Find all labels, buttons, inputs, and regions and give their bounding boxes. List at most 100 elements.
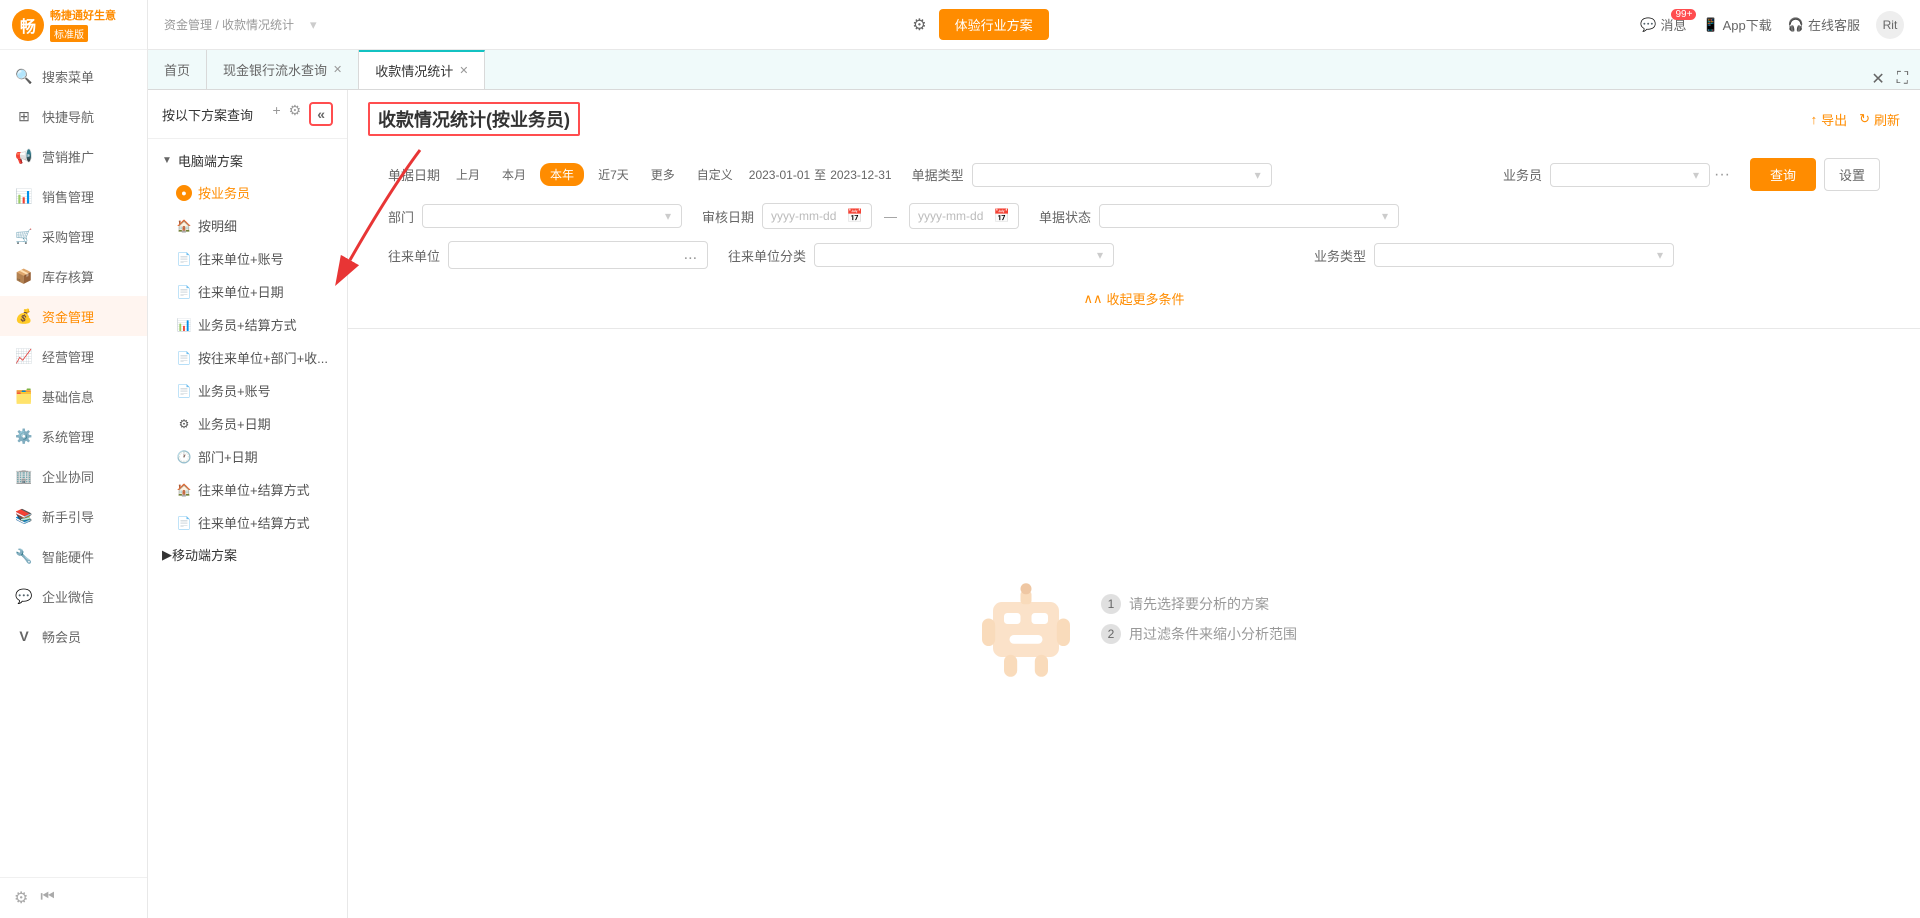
sidebar-item-guide[interactable]: 📚 新手引导 (0, 496, 147, 536)
audit-date-start[interactable]: yyyy-mm-dd 📅 (762, 203, 872, 229)
staff-more-icon[interactable]: ··· (1714, 166, 1730, 184)
refresh-icon: ↻ (1859, 111, 1870, 127)
filter-row-1: 单据日期 上月 本月 本年 近7天 更多 自定义 2023-01-01 (388, 158, 1880, 191)
audit-date-end[interactable]: yyyy-mm-dd 📅 (909, 203, 1019, 229)
setting-button[interactable]: 设置 (1824, 158, 1880, 191)
desktop-scheme-header[interactable]: ▼ 电脑端方案 (148, 145, 347, 176)
message-badge: 99+ (1671, 9, 1696, 20)
partner-category-label: 往来单位分类 (728, 246, 806, 265)
export-button[interactable]: ↑ 导出 (1811, 110, 1848, 129)
tab-bank-close-icon[interactable]: ✕ (333, 63, 342, 76)
dept-filter-item: 部门 ▾ (388, 204, 682, 228)
tab-collection-close-icon[interactable]: ✕ (459, 64, 468, 77)
scheme-item-partner-settle1[interactable]: 🏠 往来单位+结算方式 (148, 473, 347, 506)
staff-filter: 业务员 ▾ ··· (1503, 163, 1730, 187)
online-service-button[interactable]: 🎧 在线客服 (1788, 15, 1860, 34)
left-panel-title: 按以下方案查询 (162, 105, 253, 124)
partner-dots-icon[interactable]: ... (684, 246, 697, 264)
sidebar-item-hardware[interactable]: 🔧 智能硬件 (0, 536, 147, 576)
voucher-status-select[interactable]: ▾ (1099, 204, 1399, 228)
tip-num-2: 2 (1101, 624, 1121, 644)
scheme-item-staff-date[interactable]: ⚙ 业务员+日期 (148, 407, 347, 440)
scheme-item-partner-account[interactable]: 📄 往来单位+账号 (148, 242, 347, 275)
date-sep: 至 (814, 166, 826, 183)
sidebar-item-marketing[interactable]: 📢 营销推广 (0, 136, 147, 176)
sidebar-item-purchase[interactable]: 🛒 采购管理 (0, 216, 147, 256)
sidebar-item-inventory[interactable]: 📦 库存核算 (0, 256, 147, 296)
user-avatar[interactable]: Rit (1876, 11, 1904, 39)
sidebar-item-system[interactable]: ⚙️ 系统管理 (0, 416, 147, 456)
sidebar-item-basic[interactable]: 🗂️ 基础信息 (0, 376, 147, 416)
date-btn-this-month[interactable]: 本月 (494, 163, 534, 186)
scheme-active-icon: ● (176, 185, 192, 201)
refresh-button[interactable]: ↻ 刷新 (1859, 110, 1900, 129)
partner-select[interactable]: ... (448, 241, 708, 269)
partner-category-select[interactable]: ▾ (814, 243, 1114, 267)
query-button[interactable]: 查询 (1750, 158, 1816, 191)
left-panel-header: 按以下方案查询 + ⚙ « (148, 90, 347, 139)
collapse-chevron-icon: ∧∧ (1083, 291, 1102, 307)
trial-button[interactable]: 体验行业方案 (939, 9, 1049, 40)
scheme-settings-icon[interactable]: ⚙ (289, 102, 302, 126)
tab-close-all-icon[interactable]: ✕ (1871, 69, 1884, 89)
dept-select[interactable]: ▾ (422, 204, 682, 228)
footer-settings-icon[interactable]: ⚙ (14, 888, 28, 908)
add-scheme-button[interactable]: + (272, 102, 280, 126)
enterprise-icon: 🏢 (14, 466, 34, 486)
voucher-type-select[interactable]: ▾ (972, 163, 1272, 187)
page-header: 收款情况统计(按业务员) ↑ 导出 ↻ 刷新 (348, 90, 1920, 329)
sidebar-item-finance[interactable]: 💰 资金管理 (0, 296, 147, 336)
topbar-gear-icon[interactable]: ⚙ (912, 15, 926, 35)
left-panel-action-buttons: + ⚙ « (272, 102, 333, 126)
date-btn-more[interactable]: 更多 (643, 163, 683, 186)
business-type-select[interactable]: ▾ (1374, 243, 1674, 267)
select-arrow-icon: ▾ (1255, 168, 1261, 182)
scheme-item-staff-account[interactable]: 📄 业务员+账号 (148, 374, 347, 407)
gear-scheme-icon: ⚙ (176, 416, 192, 432)
topbar-separator: ▾ (310, 17, 317, 33)
date-btn-last-month[interactable]: 上月 (448, 163, 488, 186)
audit-date-label: 审核日期 (702, 207, 754, 226)
sidebar-item-member[interactable]: V 畅会员 (0, 616, 147, 656)
table-scheme-icon4: 📄 (176, 383, 192, 399)
empty-tip-2: 2 用过滤条件来缩小分析范围 (1101, 624, 1297, 644)
export-icon: ↑ (1811, 112, 1818, 127)
footer-collapse-icon[interactable]: ⏮ (40, 888, 54, 908)
staff-label: 业务员 (1503, 165, 1542, 184)
scheme-item-partner-date[interactable]: 📄 往来单位+日期 (148, 275, 347, 308)
tab-home[interactable]: 首页 (148, 50, 207, 89)
message-button[interactable]: 💬 消息 99+ (1640, 15, 1686, 34)
app-download-button[interactable]: 📱 App下载 (1702, 15, 1771, 34)
scheme-item-partner-dept[interactable]: 📄 按往来单位+部门+收... (148, 341, 347, 374)
voucher-status-label: 单据状态 (1039, 207, 1091, 226)
collapse-panel-button[interactable]: « (309, 102, 333, 126)
partner-label: 往来单位 (388, 246, 440, 265)
tab-bank[interactable]: 现金银行流水查询 ✕ (207, 50, 359, 89)
sidebar: 畅 畅捷通好生意 标准版 🔍 搜索菜单 ⊞ 快捷导航 📢 营销推广 📊 销售管理… (0, 0, 148, 918)
scheme-item-dept-date[interactable]: 🕐 部门+日期 (148, 440, 347, 473)
scheme-item-by-detail[interactable]: 🏠 按明细 (148, 209, 347, 242)
empty-content: 1 请先选择要分析的方案 2 用过滤条件来缩小分析范围 (971, 569, 1297, 679)
date-btn-custom[interactable]: 自定义 (689, 163, 741, 186)
sidebar-item-sales[interactable]: 📊 销售管理 (0, 176, 147, 216)
sidebar-item-wechat[interactable]: 💬 企业微信 (0, 576, 147, 616)
sidebar-item-quicknav[interactable]: ⊞ 快捷导航 (0, 96, 147, 136)
system-icon: ⚙️ (14, 426, 34, 446)
mobile-scheme-header[interactable]: ▶ 移动端方案 (148, 539, 347, 570)
page-title-row: 收款情况统计(按业务员) ↑ 导出 ↻ 刷新 (368, 102, 1900, 136)
staff-select[interactable]: ▾ (1550, 163, 1710, 187)
scheme-item-staff-settle[interactable]: 📊 业务员+结算方式 (148, 308, 347, 341)
date-btn-this-year[interactable]: 本年 (540, 163, 584, 186)
sidebar-item-search[interactable]: 🔍 搜索菜单 (0, 56, 147, 96)
tab-expand-icon[interactable]: ⛶ (1897, 70, 1908, 88)
date-btn-last-7[interactable]: 近7天 (590, 163, 637, 186)
collapse-bar[interactable]: ∧∧ 收起更多条件 (388, 281, 1880, 316)
scheme-item-by-staff[interactable]: ● 按业务员 (148, 176, 347, 209)
scheme-item-partner-settle2[interactable]: 📄 往来单位+结算方式 (148, 506, 347, 539)
partner-filter: 往来单位 ... (388, 241, 708, 269)
sidebar-item-enterprise[interactable]: 🏢 企业协同 (0, 456, 147, 496)
sidebar-item-operation[interactable]: 📈 经营管理 (0, 336, 147, 376)
tab-collection[interactable]: 收款情况统计 ✕ (359, 50, 485, 89)
finance-icon: 💰 (14, 306, 34, 326)
voucher-status-filter: 单据状态 ▾ (1039, 204, 1880, 228)
